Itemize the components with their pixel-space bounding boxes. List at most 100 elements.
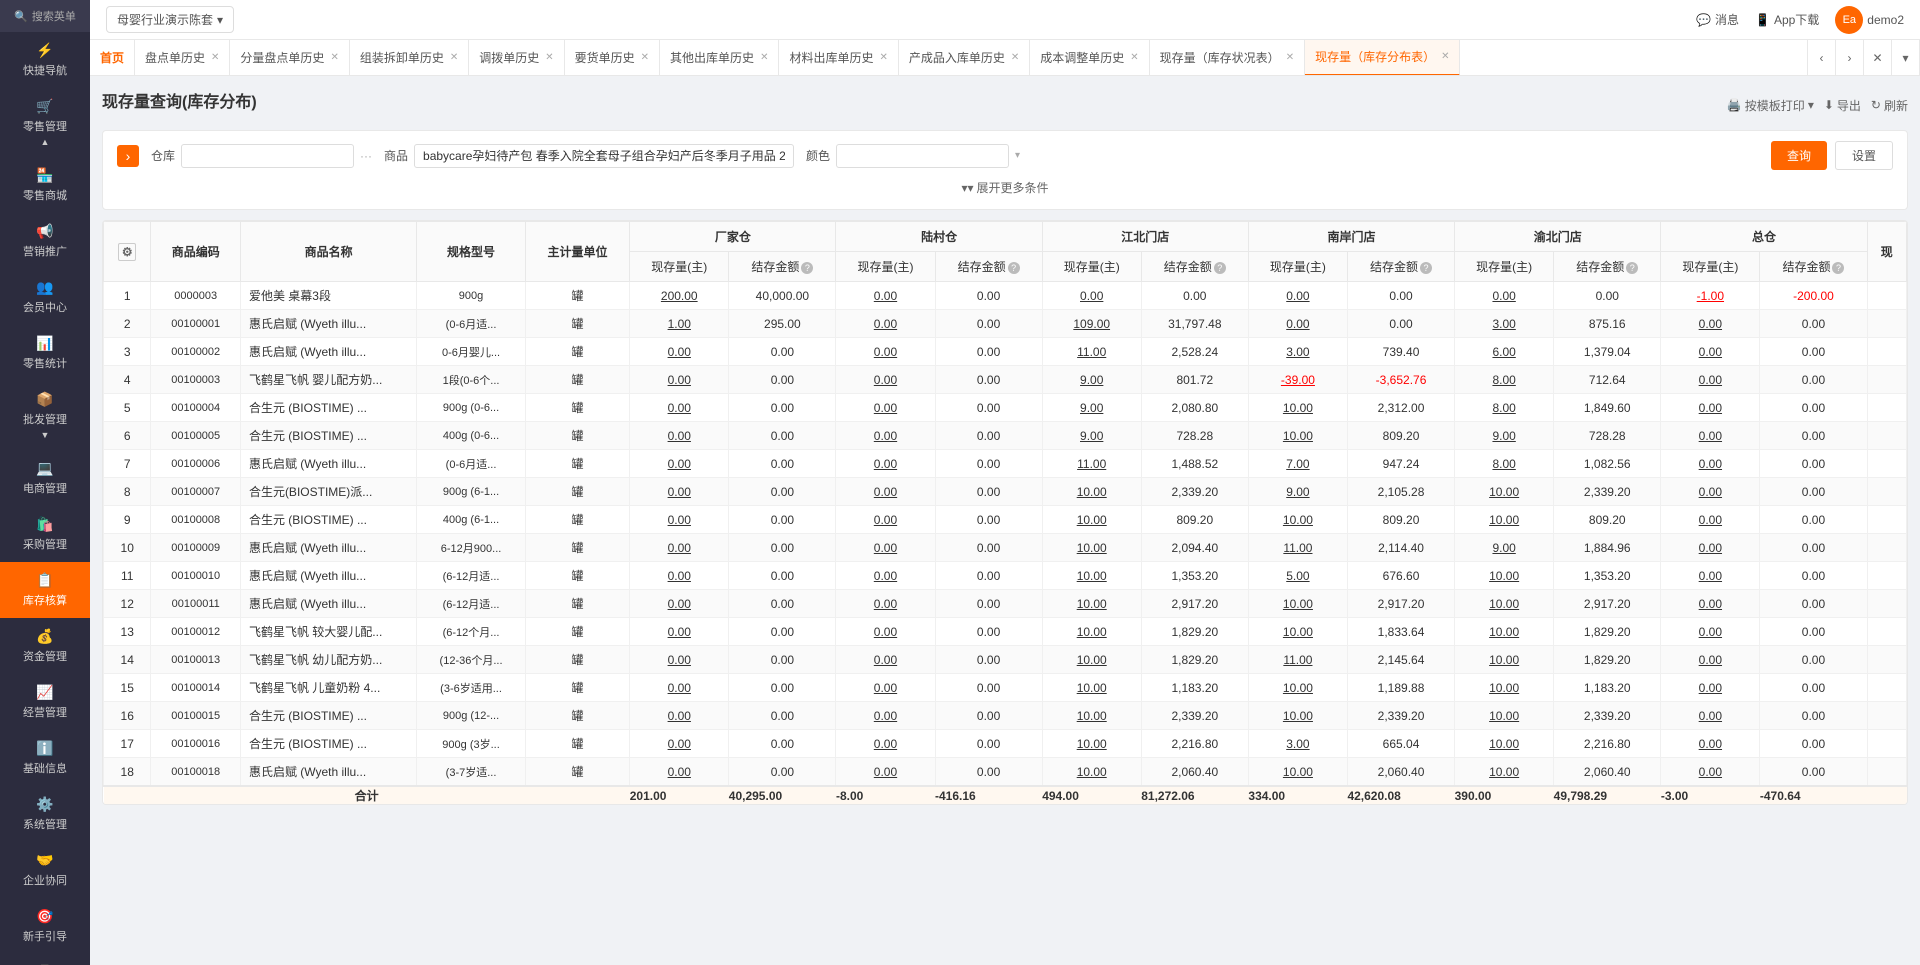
cell-total-qty[interactable]: 0.00 [1661, 478, 1760, 506]
nav-tab-7[interactable]: 材料出库单历史 ✕ [779, 40, 898, 76]
cell-total-qty[interactable]: 0.00 [1661, 646, 1760, 674]
cell-jbc-qty[interactable]: 9.00 [1042, 394, 1141, 422]
tab-8-close[interactable]: ✕ [1011, 52, 1019, 63]
cell-fjc-qty[interactable]: 0.00 [630, 562, 729, 590]
cell-ybc-qty[interactable]: 8.00 [1455, 394, 1554, 422]
nav-tab-2[interactable]: 分量盘点单历史 ✕ [230, 40, 349, 76]
cell-lcc-qty[interactable]: 0.00 [836, 506, 935, 534]
cell-fjc-qty[interactable]: 0.00 [630, 506, 729, 534]
sidebar-item-wholesale[interactable]: 📦 批发管理 ▼ [0, 381, 90, 450]
expand-conditions-btn[interactable]: ▾▾ 展开更多条件 [953, 176, 1056, 199]
cell-fjc-qty[interactable]: 0.00 [630, 730, 729, 758]
cell-lcc-qty[interactable]: 0.00 [836, 674, 935, 702]
cell-lcc-qty[interactable]: 0.00 [836, 366, 935, 394]
cell-nac-qty[interactable]: 0.00 [1248, 310, 1347, 338]
cell-nac-qty[interactable]: -39.00 [1248, 366, 1347, 394]
cell-nac-qty[interactable]: 11.00 [1248, 534, 1347, 562]
cell-lcc-qty[interactable]: 0.00 [836, 562, 935, 590]
cell-total-qty[interactable]: 0.00 [1661, 618, 1760, 646]
cell-ybc-qty[interactable]: 10.00 [1455, 478, 1554, 506]
cell-jbc-qty[interactable]: 10.00 [1042, 646, 1141, 674]
cell-nac-qty[interactable]: 10.00 [1248, 702, 1347, 730]
cell-total-qty[interactable]: 0.00 [1661, 674, 1760, 702]
export-btn[interactable]: ⬇ 导出 [1824, 97, 1861, 114]
cell-nac-qty[interactable]: 5.00 [1248, 562, 1347, 590]
cell-nac-qty[interactable]: 10.00 [1248, 506, 1347, 534]
cell-total-qty[interactable]: -1.00 [1661, 282, 1760, 310]
cell-ybc-qty[interactable]: 10.00 [1455, 506, 1554, 534]
cell-fjc-qty[interactable]: 0.00 [630, 590, 729, 618]
sidebar-item-inventory[interactable]: 📋 库存核算 [0, 562, 90, 618]
tabs-next-btn[interactable]: › [1836, 40, 1864, 76]
cell-lcc-qty[interactable]: 0.00 [836, 730, 935, 758]
tabs-close-btn[interactable]: ✕ [1864, 40, 1892, 76]
sidebar-item-sysmanage[interactable]: ⚙️ 系统管理 [0, 786, 90, 842]
sidebar-item-appcenter[interactable]: 📱 应用中心 [0, 954, 90, 965]
nav-tab-9[interactable]: 成本调整单历史 ✕ [1030, 40, 1149, 76]
tabs-expand-btn[interactable]: ▾ [1892, 40, 1920, 76]
cell-nac-qty[interactable]: 9.00 [1248, 478, 1347, 506]
sidebar-item-member[interactable]: 👥 会员中心 [0, 269, 90, 325]
cell-nac-qty[interactable]: 11.00 [1248, 646, 1347, 674]
nav-tab-1[interactable]: 盘点单历史 ✕ [135, 40, 230, 76]
app-download-btn[interactable]: 📱 App下载 [1755, 11, 1819, 28]
cell-lcc-qty[interactable]: 0.00 [836, 394, 935, 422]
cell-jbc-qty[interactable]: 10.00 [1042, 478, 1141, 506]
cell-ybc-qty[interactable]: 8.00 [1455, 450, 1554, 478]
tab-10-close[interactable]: ✕ [1286, 52, 1294, 63]
cell-ybc-qty[interactable]: 10.00 [1455, 758, 1554, 787]
cell-nac-qty[interactable]: 10.00 [1248, 590, 1347, 618]
sidebar-item-bizmanage[interactable]: 📈 经营管理 [0, 674, 90, 730]
cell-ybc-qty[interactable]: 3.00 [1455, 310, 1554, 338]
sidebar-item-marketing[interactable]: 📢 营销推广 [0, 213, 90, 269]
message-btn[interactable]: 💬 消息 [1696, 11, 1739, 28]
cell-lcc-qty[interactable]: 0.00 [836, 590, 935, 618]
cell-jbc-qty[interactable]: 10.00 [1042, 618, 1141, 646]
cell-total-qty[interactable]: 0.00 [1661, 450, 1760, 478]
cell-jbc-qty[interactable]: 10.00 [1042, 702, 1141, 730]
nav-tab-8[interactable]: 产成品入库单历史 ✕ [899, 40, 1030, 76]
cell-total-qty[interactable]: 0.00 [1661, 422, 1760, 450]
cell-lcc-qty[interactable]: 0.00 [836, 338, 935, 366]
sidebar-item-mall[interactable]: 🏪 零售商城 [0, 157, 90, 213]
nav-tab-home[interactable]: 首页 [90, 40, 135, 76]
sidebar-item-retail[interactable]: 🛒 零售管理 ▲ [0, 88, 90, 157]
cell-ybc-qty[interactable]: 10.00 [1455, 562, 1554, 590]
nav-tab-3[interactable]: 组装拆卸单历史 ✕ [350, 40, 469, 76]
cell-fjc-qty[interactable]: 0.00 [630, 646, 729, 674]
cell-ybc-qty[interactable]: 8.00 [1455, 366, 1554, 394]
tab-7-close[interactable]: ✕ [879, 52, 887, 63]
cell-nac-qty[interactable]: 10.00 [1248, 394, 1347, 422]
cell-jbc-qty[interactable]: 11.00 [1042, 338, 1141, 366]
cell-jbc-qty[interactable]: 109.00 [1042, 310, 1141, 338]
cell-ybc-qty[interactable]: 10.00 [1455, 618, 1554, 646]
tab-1-close[interactable]: ✕ [211, 52, 219, 63]
cell-lcc-qty[interactable]: 0.00 [836, 758, 935, 787]
sidebar-item-ecom[interactable]: 💻 电商管理 [0, 450, 90, 506]
cell-fjc-qty[interactable]: 0.00 [630, 422, 729, 450]
cell-lcc-qty[interactable]: 0.00 [836, 282, 935, 310]
cell-fjc-qty[interactable]: 0.00 [630, 338, 729, 366]
cell-total-qty[interactable]: 0.00 [1661, 590, 1760, 618]
cell-ybc-qty[interactable]: 0.00 [1455, 282, 1554, 310]
cell-ybc-qty[interactable]: 10.00 [1455, 702, 1554, 730]
cell-ybc-qty[interactable]: 9.00 [1455, 422, 1554, 450]
sidebar-item-guide[interactable]: 🎯 新手引导 [0, 898, 90, 954]
cell-fjc-qty[interactable]: 1.00 [630, 310, 729, 338]
cell-total-qty[interactable]: 0.00 [1661, 394, 1760, 422]
cell-total-qty[interactable]: 0.00 [1661, 702, 1760, 730]
cell-nac-qty[interactable]: 10.00 [1248, 422, 1347, 450]
cell-total-qty[interactable]: 0.00 [1661, 758, 1760, 787]
cell-ybc-qty[interactable]: 10.00 [1455, 730, 1554, 758]
cell-fjc-qty[interactable]: 0.00 [630, 366, 729, 394]
cell-lcc-qty[interactable]: 0.00 [836, 422, 935, 450]
settings-btn[interactable]: 设置 [1835, 141, 1893, 170]
cell-lcc-qty[interactable]: 0.00 [836, 310, 935, 338]
cell-nac-qty[interactable]: 3.00 [1248, 338, 1347, 366]
cell-ybc-qty[interactable]: 10.00 [1455, 646, 1554, 674]
cell-lcc-qty[interactable]: 0.00 [836, 618, 935, 646]
cell-ybc-qty[interactable]: 6.00 [1455, 338, 1554, 366]
cell-nac-qty[interactable]: 0.00 [1248, 282, 1347, 310]
cell-jbc-qty[interactable]: 10.00 [1042, 590, 1141, 618]
cell-lcc-qty[interactable]: 0.00 [836, 450, 935, 478]
